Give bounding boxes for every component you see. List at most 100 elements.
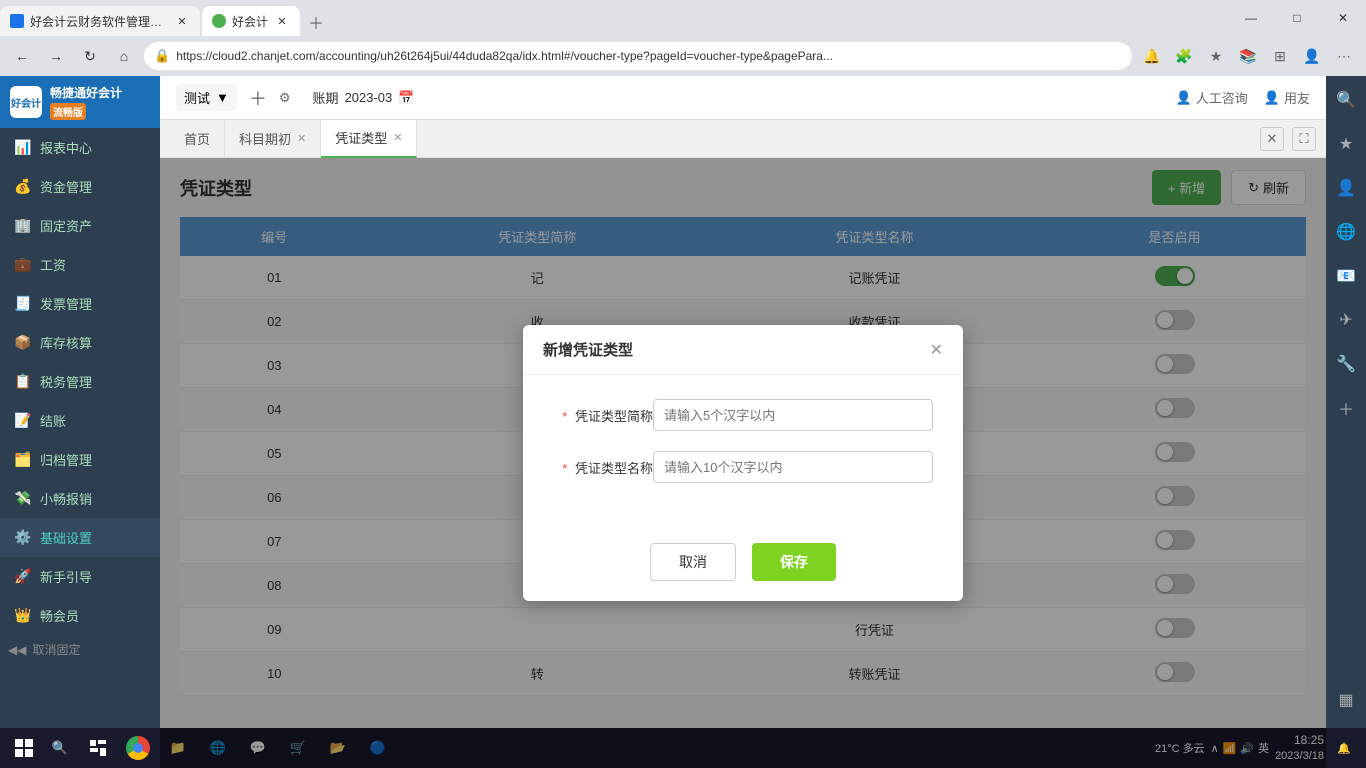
payroll-label: 工资 [40, 255, 66, 274]
page-content: 凭证类型 + 新增 ↻ 刷新 编号 凭证类型 [160, 158, 1326, 768]
start-button[interactable] [8, 732, 40, 764]
dialog-title: 新增凭证类型 [543, 339, 633, 360]
back-button[interactable]: ← [8, 42, 36, 70]
sidebar-item-archive[interactable]: 🗂️ 归档管理 [0, 440, 160, 479]
minimize-button[interactable]: — [1228, 0, 1274, 36]
save-button[interactable]: 保存 [752, 543, 836, 581]
tab-1-close[interactable]: ✕ [174, 13, 190, 29]
sidebar-item-assets[interactable]: 🏢 固定资产 [0, 206, 160, 245]
help-label: 人工咨询 [1196, 88, 1248, 107]
sidebar-item-inventory[interactable]: 📦 库存核算 [0, 323, 160, 362]
add-company-button[interactable]: ＋ [249, 85, 267, 111]
tab-2[interactable]: 好会计 ✕ [202, 6, 300, 36]
sidebar-item-invoice[interactable]: 🧾 发票管理 [0, 284, 160, 323]
dialog-close-icon[interactable]: ✕ [930, 340, 943, 360]
taskview-button[interactable] [80, 730, 116, 766]
user-button[interactable]: 👤 用友 [1264, 88, 1310, 107]
extensions-icon[interactable]: 🧩 [1170, 42, 1198, 70]
notification-icon[interactable]: 🔔 [1138, 42, 1166, 70]
rp-globe-icon[interactable]: 🌐 [1332, 218, 1360, 246]
member-icon: 👑 [14, 607, 32, 625]
help-icon: 👤 [1176, 90, 1192, 106]
favorites-icon[interactable]: ★ [1202, 42, 1230, 70]
maximize-button[interactable]: □ [1274, 0, 1320, 36]
tab-subject-close[interactable]: ✕ [297, 132, 306, 145]
tab-voucher-close[interactable]: ✕ [393, 131, 402, 144]
name-input[interactable] [653, 451, 933, 483]
main-content: 测试 ▼ ＋ ⚙ 账期 2023-03 📅 👤 人工咨询 👤 用友 [160, 76, 1326, 768]
modal-overlay: 新增凭证类型 ✕ * 凭证类型简称 * [160, 158, 1326, 768]
pin-icon: ◀◀ [8, 643, 26, 657]
close-button[interactable]: ✕ [1320, 0, 1366, 36]
address-bar: ← → ↻ ⌂ 🔒 https://cloud2.chanjet.com/acc… [0, 36, 1366, 76]
tax-label: 税务管理 [40, 372, 92, 391]
tab-2-favicon [212, 14, 226, 28]
period-label: 账期 [313, 88, 339, 107]
sidebar-item-reports[interactable]: 📊 报表中心 [0, 128, 160, 167]
tab-voucher-label: 凭证类型 [335, 128, 387, 147]
rp-star-icon[interactable]: ★ [1332, 130, 1360, 158]
sidebar-item-settings[interactable]: ⚙️ 基础设置 [0, 518, 160, 557]
user-avatar-icon: 👤 [1264, 90, 1280, 106]
archive-icon: 🗂️ [14, 451, 32, 469]
add-dialog: 新增凭证类型 ✕ * 凭证类型简称 * [523, 325, 963, 601]
reload-button[interactable]: ↻ [76, 42, 104, 70]
abbr-input[interactable] [653, 399, 933, 431]
sidebar-item-guide[interactable]: 🚀 新手引导 [0, 557, 160, 596]
sidebar-item-expense[interactable]: 💸 小畅报销 [0, 479, 160, 518]
rp-extension-icon[interactable]: 🔧 [1332, 350, 1360, 378]
settle-icon: 📝 [14, 412, 32, 430]
tab-subject-label: 科目期初 [239, 129, 291, 148]
sidebar-item-member[interactable]: 👑 畅会员 [0, 596, 160, 635]
rp-add-icon[interactable]: ＋ [1332, 394, 1360, 422]
tab-1-title: 好会计云财务软件管理系统_会计 [30, 13, 168, 30]
tab-2-close[interactable]: ✕ [274, 13, 290, 29]
cancel-button[interactable]: 取消 [650, 543, 736, 581]
settle-label: 结账 [40, 411, 66, 430]
splitscreen-icon[interactable]: ⊞ [1266, 42, 1294, 70]
tab-close-panel-button[interactable]: ✕ [1260, 127, 1284, 151]
guide-label: 新手引导 [40, 567, 92, 586]
profile-icon[interactable]: 👤 [1298, 42, 1326, 70]
settings-label: 基础设置 [40, 528, 92, 547]
archive-label: 归档管理 [40, 450, 92, 469]
funds-icon: 💰 [14, 178, 32, 196]
dialog-header: 新增凭证类型 ✕ [523, 325, 963, 375]
window-controls: — □ ✕ [1228, 0, 1366, 36]
rp-plane-icon[interactable]: ✈ [1332, 306, 1360, 334]
expense-label: 小畅报销 [40, 489, 92, 508]
sidebar-item-settle[interactable]: 📝 结账 [0, 401, 160, 440]
name-form-row: * 凭证类型名称 [553, 451, 933, 483]
rp-search-icon[interactable]: 🔍 [1332, 86, 1360, 114]
chrome-taskbar-icon[interactable] [120, 730, 156, 766]
invoice-icon: 🧾 [14, 295, 32, 313]
sidebar-pin-button[interactable]: ◀◀ 取消固定 [0, 635, 160, 664]
more-icon[interactable]: ⋯ [1330, 42, 1358, 70]
tab-home[interactable]: 首页 [170, 120, 225, 158]
abbr-required: * [562, 409, 567, 424]
forward-button[interactable]: → [42, 42, 70, 70]
rp-outlook-icon[interactable]: 📧 [1332, 262, 1360, 290]
sidebar-item-payroll[interactable]: 💼 工资 [0, 245, 160, 284]
help-button[interactable]: 👤 人工咨询 [1176, 88, 1248, 107]
tab-voucher-type[interactable]: 凭证类型 ✕ [321, 120, 417, 158]
assets-label: 固定资产 [40, 216, 92, 235]
tab-1[interactable]: 好会计云财务软件管理系统_会计 ✕ [0, 6, 200, 36]
sidebar-item-funds[interactable]: 💰 资金管理 [0, 167, 160, 206]
settings-gear-icon[interactable]: ⚙ [279, 90, 291, 106]
search-taskbar-button[interactable]: 🔍 [44, 732, 76, 764]
tab-subject[interactable]: 科目期初 ✕ [225, 120, 321, 158]
company-select[interactable]: 测试 ▼ [176, 84, 237, 111]
rp-table-icon[interactable]: ▦ [1332, 686, 1360, 714]
funds-label: 资金管理 [40, 177, 92, 196]
url-bar[interactable]: 🔒 https://cloud2.chanjet.com/accounting/… [144, 42, 1132, 70]
inventory-icon: 📦 [14, 334, 32, 352]
sidebar-item-tax[interactable]: 📋 税务管理 [0, 362, 160, 401]
tab-add-button[interactable]: ＋ [302, 8, 330, 36]
collections-icon[interactable]: 📚 [1234, 42, 1262, 70]
rp-user-icon[interactable]: 👤 [1332, 174, 1360, 202]
home-button[interactable]: ⌂ [110, 42, 138, 70]
notification-center-button[interactable]: 🔔 [1330, 734, 1358, 762]
tab-2-title: 好会计 [232, 13, 268, 30]
tab-fullscreen-button[interactable]: ⛶ [1292, 127, 1316, 151]
